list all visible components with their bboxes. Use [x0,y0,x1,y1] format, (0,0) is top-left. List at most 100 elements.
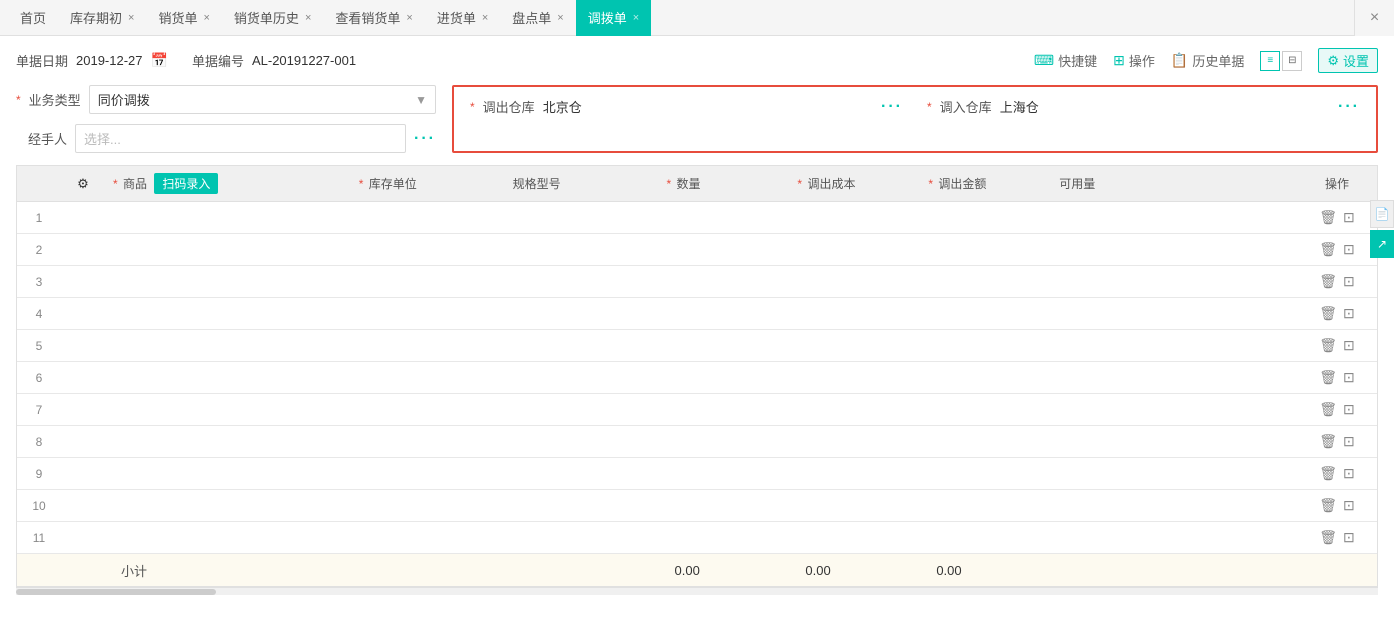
handler-placeholder: 选择... [84,129,121,148]
transfer-in-field: * 调入仓库 上海仓 ··· [927,97,1360,116]
scrollbar-thumb[interactable] [16,589,216,595]
tab-view-sales[interactable]: 查看销货单 × [323,0,424,36]
right-side-buttons: 📄 ↗ [1370,200,1394,258]
subtotal-amount: 0.00 [928,563,969,578]
side-export-button[interactable]: ↗ [1370,230,1394,258]
delete-icon-row6[interactable]: 🗑 [1319,369,1337,386]
settings-button[interactable]: ⚙ 设置 [1318,48,1378,73]
table-row: 10🗑⊡ [17,490,1377,522]
operations-button[interactable]: ⊞ 操作 [1113,51,1155,70]
transfer-out-label: 调出仓库 [483,97,535,116]
number-value: AL-20191227-001 [252,53,356,68]
delete-icon-row10[interactable]: 🗑 [1319,497,1337,514]
business-type-select[interactable]: 同价调拨 ▼ [89,85,436,114]
window-close-button[interactable]: × [1354,0,1394,36]
scan-entry-button[interactable]: 扫码录入 [154,173,218,194]
history-icon: 📋 [1171,52,1188,69]
handler-label: 经手人 [28,129,67,148]
copy-icon-row6[interactable]: ⊡ [1343,369,1355,386]
tab-purchase-order[interactable]: 进货单 × [425,0,500,36]
table-row: 9🗑⊡ [17,458,1377,490]
header-row: 单据日期 2019-12-27 📅 单据编号 AL-20191227-001 ⌨… [16,48,1378,73]
transfer-out-more-icon[interactable]: ··· [881,98,903,116]
layout-list-button[interactable]: ≡ [1260,51,1280,71]
copy-icon-row11[interactable]: ⊡ [1343,529,1355,546]
tab-sales-history[interactable]: 销货单历史 × [222,0,323,36]
table-row: 2🗑⊡ [17,234,1377,266]
tab-home[interactable]: 首页 [8,0,58,36]
transfer-out-value: 北京仓 [543,97,582,116]
col-op-header: 操作 [1297,175,1377,192]
tab-close-view-sales[interactable]: × [406,12,412,24]
tab-inventory-init[interactable]: 库存期初 × [58,0,146,36]
subtotal-qty: 0.00 [667,563,708,578]
transfer-in-required: * [927,100,932,114]
table-settings-icon[interactable]: ⚙ [77,176,89,191]
calendar-icon[interactable]: 📅 [151,52,168,69]
form-left: * 业务类型 同价调拨 ▼ 经手人 选择... ··· [16,85,436,153]
warehouse-form: * 调出仓库 北京仓 ··· * 调入仓库 上海仓 ··· [452,85,1378,153]
table-row: 3🗑⊡ [17,266,1377,298]
tab-inventory-count[interactable]: 盘点单 × [500,0,575,36]
table-row: 11🗑⊡ [17,522,1377,554]
side-document-button[interactable]: 📄 [1370,200,1394,228]
table-row: 5🗑⊡ [17,330,1377,362]
date-value: 2019-12-27 [76,53,143,68]
delete-icon-row7[interactable]: 🗑 [1319,401,1337,418]
shortcut-icon: ⌨ [1034,52,1054,69]
horizontal-scrollbar[interactable] [16,587,1378,595]
tab-close-sales-order[interactable]: × [203,12,209,24]
table-row: 4🗑⊡ [17,298,1377,330]
copy-icon-row4[interactable]: ⊡ [1343,305,1355,322]
settings-gear-icon: ⚙ [1327,53,1339,69]
delete-icon-row9[interactable]: 🗑 [1319,465,1337,482]
copy-icon-row10[interactable]: ⊡ [1343,497,1355,514]
table-wrapper: ⚙ * 商品 扫码录入 * 库存单位 规格型号 [16,165,1378,587]
transfer-in-value: 上海仓 [1000,97,1039,116]
copy-icon-row3[interactable]: ⊡ [1343,273,1355,290]
subtotal-row: 小计 0.00 0.00 0.00 [17,554,1377,586]
copy-icon-row2[interactable]: ⊡ [1343,241,1355,258]
delete-icon-row4[interactable]: 🗑 [1319,305,1337,322]
delete-icon-row11[interactable]: 🗑 [1319,529,1337,546]
table-row: 6🗑⊡ [17,362,1377,394]
copy-icon-row7[interactable]: ⊡ [1343,401,1355,418]
tab-close-inventory-init[interactable]: × [128,12,134,24]
col-unit-header: * 库存单位 [351,175,505,192]
tab-close-inventory-count[interactable]: × [557,12,563,24]
transfer-in-more-icon[interactable]: ··· [1338,98,1360,116]
transfer-out-field: * 调出仓库 北京仓 ··· [470,97,903,116]
tab-bar: 首页 库存期初 × 销货单 × 销货单历史 × 查看销货单 × 进货单 × 盘点… [0,0,1394,36]
table-row: 1🗑⊡ [17,202,1377,234]
page-container: 首页 库存期初 × 销货单 × 销货单历史 × 查看销货单 × 进货单 × 盘点… [0,0,1394,634]
tab-transfer-order[interactable]: 调拨单 × [576,0,651,36]
handler-select[interactable]: 选择... [75,124,406,153]
tab-close-transfer-order[interactable]: × [633,12,639,24]
copy-icon-row9[interactable]: ⊡ [1343,465,1355,482]
copy-icon-row1[interactable]: ⊡ [1343,209,1355,226]
header-right: ⌨ 快捷键 ⊞ 操作 📋 历史单据 ≡ ⊟ ⚙ 设置 [1034,48,1378,73]
layout-grid-button[interactable]: ⊟ [1282,51,1302,71]
col-settings-header[interactable]: ⚙ [61,176,105,192]
handler-more-icon[interactable]: ··· [414,130,436,148]
business-type-arrow-icon: ▼ [415,93,427,107]
transfer-in-label: 调入仓库 [940,97,992,116]
tab-close-sales-history[interactable]: × [305,12,311,24]
operations-icon: ⊞ [1113,52,1125,69]
delete-icon-row5[interactable]: 🗑 [1319,337,1337,354]
tab-close-purchase-order[interactable]: × [482,12,488,24]
delete-icon-row2[interactable]: 🗑 [1319,241,1337,258]
delete-icon-row8[interactable]: 🗑 [1319,433,1337,450]
shortcuts-button[interactable]: ⌨ 快捷键 [1034,51,1097,70]
date-label: 单据日期 [16,51,68,70]
table-row: 7🗑⊡ [17,394,1377,426]
delete-icon-row3[interactable]: 🗑 [1319,273,1337,290]
warehouse-row: * 调出仓库 北京仓 ··· * 调入仓库 上海仓 ··· [470,97,1360,116]
tab-sales-order[interactable]: 销货单 × [146,0,221,36]
delete-icon-row1[interactable]: 🗑 [1319,209,1337,226]
col-spec-header: 规格型号 [505,175,659,192]
handler-field: 经手人 选择... ··· [16,124,436,153]
history-button[interactable]: 📋 历史单据 [1171,51,1244,70]
copy-icon-row5[interactable]: ⊡ [1343,337,1355,354]
copy-icon-row8[interactable]: ⊡ [1343,433,1355,450]
